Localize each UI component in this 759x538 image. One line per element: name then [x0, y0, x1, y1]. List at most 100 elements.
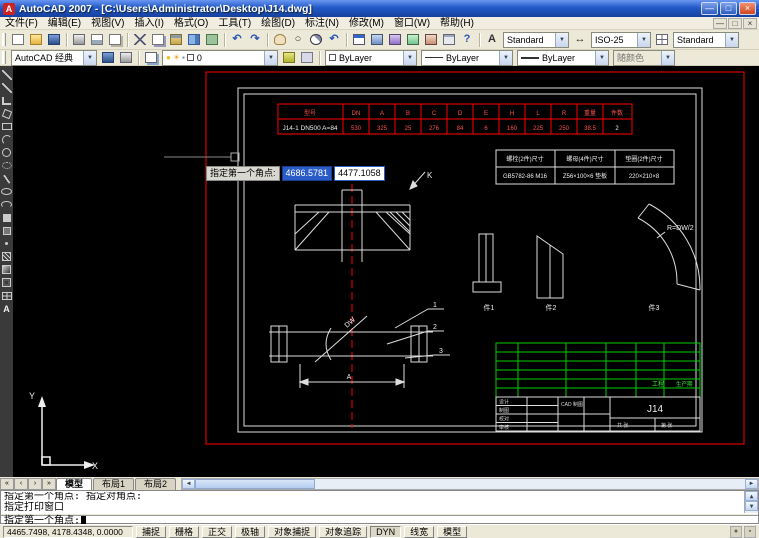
cut-button[interactable] — [131, 31, 149, 48]
tray-lock-icon[interactable]: ▪ — [744, 526, 756, 538]
scroll-up-icon[interactable]: ▲ — [745, 491, 758, 501]
zoom-realtime-button[interactable]: ○ — [289, 31, 307, 48]
polygon-button[interactable] — [1, 108, 13, 119]
table-style-button[interactable] — [653, 31, 671, 48]
layer-select[interactable]: ● ☀ ▪ 0 ▼ — [162, 50, 278, 66]
chevron-down-icon[interactable]: ▼ — [725, 33, 738, 47]
rectangle-button[interactable] — [1, 121, 13, 132]
horizontal-scroll-thumb[interactable] — [195, 479, 315, 489]
arc-button[interactable] — [1, 134, 13, 145]
lineweight-select[interactable]: ByLayer ▼ — [517, 50, 609, 66]
redo-button[interactable]: ↷ — [246, 31, 264, 48]
chevron-down-icon[interactable]: ▼ — [499, 51, 512, 65]
sheet-set-button[interactable] — [404, 31, 422, 48]
save-workspace-button[interactable] — [99, 49, 117, 66]
pan-button[interactable] — [271, 31, 289, 48]
command-window[interactable]: 指定第一个角点: 指定对角点: 指定打印窗口 ▲ ▼ 指定第一个角点: — [0, 490, 759, 524]
lineweight-toggle[interactable]: 线宽 — [404, 526, 434, 538]
polar-toggle[interactable]: 极轴 — [235, 526, 265, 538]
chevron-down-icon[interactable]: ▼ — [83, 51, 96, 65]
line-button[interactable] — [1, 69, 13, 80]
scroll-down-icon[interactable]: ▼ — [745, 501, 758, 511]
markup-button[interactable] — [422, 31, 440, 48]
menu-tools[interactable]: 工具(T) — [213, 17, 256, 30]
menu-window[interactable]: 窗口(W) — [389, 17, 435, 30]
layer-manager-button[interactable] — [142, 49, 160, 66]
otrack-toggle[interactable]: 对象追踪 — [319, 526, 367, 538]
scroll-left-icon[interactable]: ◄ — [182, 479, 195, 489]
tab-layout1[interactable]: 布局1 — [93, 478, 134, 490]
ellipse-arc-button[interactable] — [1, 199, 13, 210]
dynamic-input-x-field[interactable]: 4686.5781 — [282, 166, 333, 181]
menu-edit[interactable]: 编辑(E) — [43, 17, 86, 30]
publish-button[interactable] — [106, 31, 124, 48]
model-toggle[interactable]: 模型 — [437, 526, 467, 538]
doc-minimize-button[interactable]: — — [713, 18, 727, 29]
chevron-down-icon[interactable]: ▼ — [555, 33, 568, 47]
horizontal-scrollbar[interactable]: ◄ ► — [181, 478, 759, 490]
undo-button[interactable]: ↶ — [228, 31, 246, 48]
color-select[interactable]: ByLayer ▼ — [325, 50, 417, 66]
construction-line-button[interactable] — [1, 82, 13, 93]
revision-cloud-button[interactable] — [1, 160, 13, 171]
grid-toggle[interactable]: 栅格 — [169, 526, 199, 538]
minimize-button[interactable]: — — [701, 2, 718, 15]
prev-tab-button[interactable]: ‹ — [14, 478, 28, 490]
menu-dimension[interactable]: 标注(N) — [300, 17, 344, 30]
communication-center-icon[interactable]: ● — [730, 526, 742, 538]
spline-button[interactable] — [1, 173, 13, 184]
chevron-down-icon[interactable]: ▼ — [637, 33, 650, 47]
table-button[interactable] — [1, 290, 13, 301]
plot-preview-button[interactable] — [88, 31, 106, 48]
block-editor-button[interactable] — [203, 31, 221, 48]
chevron-down-icon[interactable]: ▼ — [595, 51, 608, 65]
layer-lock-icon[interactable]: ▪ — [182, 51, 185, 65]
chevron-down-icon[interactable]: ▼ — [403, 51, 416, 65]
region-button[interactable] — [1, 277, 13, 288]
menu-insert[interactable]: 插入(I) — [129, 17, 168, 30]
dim-style-button[interactable]: ↔ — [571, 31, 589, 48]
help-button[interactable]: ? — [458, 31, 476, 48]
polyline-button[interactable] — [1, 95, 13, 106]
menu-format[interactable]: 格式(O) — [169, 17, 213, 30]
drawing-viewport[interactable]: 型号 DN A B C D E H L R 重量 件数 J14-1 DN500 … — [13, 66, 759, 477]
menu-help[interactable]: 帮助(H) — [435, 17, 479, 30]
make-block-button[interactable] — [1, 225, 13, 236]
plot-button[interactable] — [70, 31, 88, 48]
point-button[interactable] — [1, 238, 13, 249]
menu-draw[interactable]: 绘图(D) — [256, 17, 300, 30]
insert-block-button[interactable] — [1, 212, 13, 223]
last-tab-button[interactable]: » — [42, 478, 56, 490]
tool-palettes-button[interactable] — [386, 31, 404, 48]
table-style-select[interactable]: Standard ▼ — [673, 32, 739, 48]
command-splitter[interactable] — [1, 513, 758, 516]
menu-view[interactable]: 视图(V) — [86, 17, 129, 30]
make-layer-current-button[interactable] — [280, 49, 298, 66]
save-button[interactable] — [45, 31, 63, 48]
layer-thaw-icon[interactable]: ☀ — [173, 51, 180, 65]
linetype-select[interactable]: ByLayer ▼ — [421, 50, 513, 66]
close-button[interactable]: × — [739, 2, 756, 15]
snap-toggle[interactable]: 捕捉 — [136, 526, 166, 538]
command-scrollbar[interactable]: ▲ ▼ — [744, 491, 758, 513]
layer-previous-button[interactable] — [298, 49, 316, 66]
dynamic-input-y-field[interactable]: 4477.1058 — [334, 166, 385, 181]
ellipse-button[interactable] — [1, 186, 13, 197]
hatch-button[interactable] — [1, 251, 13, 262]
multiline-text-button[interactable]: A — [1, 303, 13, 314]
text-style-select[interactable]: Standard ▼ — [503, 32, 569, 48]
layer-on-icon[interactable]: ● — [166, 51, 171, 65]
ortho-toggle[interactable]: 正交 — [202, 526, 232, 538]
menu-modify[interactable]: 修改(M) — [344, 17, 389, 30]
workspace-settings-button[interactable] — [117, 49, 135, 66]
dyn-toggle[interactable]: DYN — [370, 526, 401, 538]
chevron-down-icon[interactable]: ▼ — [264, 51, 277, 65]
osnap-toggle[interactable]: 对象捕捉 — [268, 526, 316, 538]
toolbar-grip[interactable] — [2, 33, 6, 46]
maximize-button[interactable]: □ — [720, 2, 737, 15]
toolbar-grip[interactable] — [2, 51, 6, 64]
tab-layout2[interactable]: 布局2 — [135, 478, 176, 490]
workspace-select[interactable]: AutoCAD 经典 ▼ — [11, 50, 97, 66]
open-button[interactable] — [27, 31, 45, 48]
dim-style-select[interactable]: ISO-25 ▼ — [591, 32, 651, 48]
